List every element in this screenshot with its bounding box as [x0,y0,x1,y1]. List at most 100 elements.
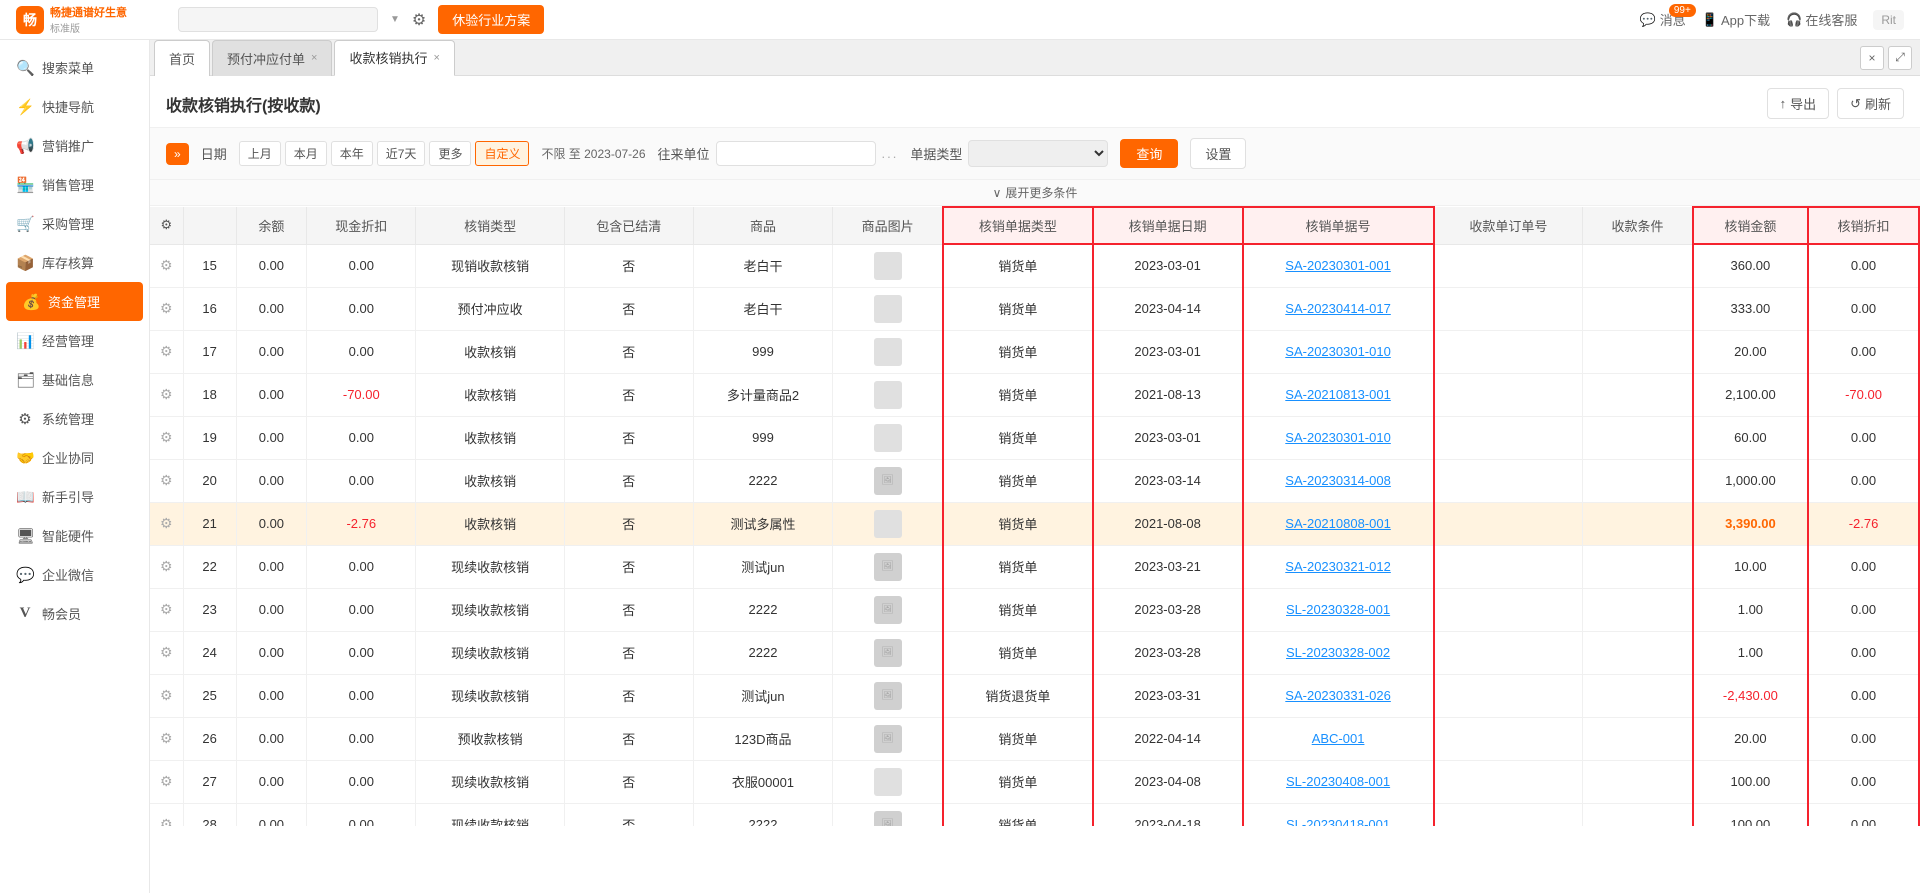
industry-button[interactable]: 休验行业方案 [438,5,544,34]
query-button[interactable]: 查询 [1120,139,1178,168]
cell-gear[interactable]: ⚙ [150,373,183,416]
cell-verify-no[interactable]: SL-20230418-001 [1243,803,1434,826]
cell-receipt-order-no [1434,760,1583,803]
cell-receipt-order-no [1434,674,1583,717]
message-button[interactable]: 💬 消息 99+ [1640,10,1686,29]
cell-cash-discount: 0.00 [307,803,416,826]
cell-goods: 衣服00001 [693,760,833,803]
more-date-button[interactable]: 更多 [429,141,471,166]
sidebar-item-base[interactable]: 🗂 基础信息 [0,360,149,399]
filter-expand-button[interactable]: » [166,143,189,165]
cell-seq: 23 [183,588,236,631]
tab-receipt-close[interactable]: × [433,52,439,64]
cell-gear[interactable]: ⚙ [150,717,183,760]
this-month-button[interactable]: 本月 [285,141,327,166]
cell-gear[interactable]: ⚙ [150,803,183,826]
app-download-button[interactable]: 📱 App下载 [1702,10,1770,29]
cell-verify-no[interactable]: SL-20230408-001 [1243,760,1434,803]
message-badge: 99+ [1669,4,1696,17]
sidebar-item-search[interactable]: 🔍 搜索菜单 [0,48,149,87]
tab-home[interactable]: 首页 [154,40,210,76]
cell-verify-no[interactable]: SA-20210813-001 [1243,373,1434,416]
cell-gear[interactable]: ⚙ [150,330,183,373]
cell-verify-no[interactable]: SA-20230301-010 [1243,330,1434,373]
cell-gear[interactable]: ⚙ [150,416,183,459]
cell-gear[interactable]: ⚙ [150,287,183,330]
tab-prepay-close[interactable]: × [311,52,317,64]
sidebar-item-system[interactable]: ⚙ 系统管理 [0,399,149,438]
sidebar-item-quick[interactable]: ⚡ 快捷导航 [0,87,149,126]
cell-receipt-order-no [1434,244,1583,287]
sidebar-item-sales[interactable]: 🏪 销售管理 [0,165,149,204]
cell-gear[interactable]: ⚙ [150,760,183,803]
cell-verify-date: 2021-08-08 [1093,502,1243,545]
cell-seq: 21 [183,502,236,545]
cell-verify-no[interactable]: SA-20230314-008 [1243,459,1434,502]
refresh-button[interactable]: ↺ 刷新 [1837,88,1904,119]
tab-maximize-button[interactable]: ⤢ [1888,46,1912,70]
cell-verify-no[interactable]: SL-20230328-002 [1243,631,1434,674]
cell-verify-no[interactable]: SA-20230321-012 [1243,545,1434,588]
cell-verify-discount: 0.00 [1808,287,1919,330]
sales-icon: 🏪 [16,176,34,194]
user-area[interactable]: Rit [1873,10,1904,30]
last-7days-button[interactable]: 近7天 [377,141,426,166]
sidebar-item-corp[interactable]: 🤝 企业协同 [0,438,149,477]
cell-balance: 0.00 [236,717,306,760]
top-search-input[interactable] [178,7,378,32]
cell-gear[interactable]: ⚙ [150,459,183,502]
tab-receipt[interactable]: 收款核销执行 × [334,40,454,76]
cell-verify-no[interactable]: SA-20230414-017 [1243,287,1434,330]
search-dropdown-arrow[interactable]: ▼ [390,14,400,25]
tab-close-all-button[interactable]: × [1860,46,1884,70]
last-month-button[interactable]: 上月 [239,141,281,166]
online-service-button[interactable]: 🎧 在线客服 [1786,10,1857,29]
this-year-button[interactable]: 本年 [331,141,373,166]
cell-receipt-order-no [1434,373,1583,416]
cell-gear[interactable]: ⚙ [150,545,183,588]
bill-type-label: 单据类型 [910,144,962,163]
th-settings[interactable]: ⚙ [150,207,183,244]
partner-input[interactable] [716,141,876,166]
cell-verify-no[interactable]: SA-20230331-026 [1243,674,1434,717]
cell-balance: 0.00 [236,330,306,373]
sidebar-item-operation[interactable]: 📊 经营管理 [0,321,149,360]
sidebar-item-wechat[interactable]: 💬 企业微信 [0,555,149,594]
cell-gear[interactable]: ⚙ [150,631,183,674]
export-button[interactable]: ↑ 导出 [1767,88,1830,119]
sidebar-item-hardware[interactable]: 🖥 智能硬件 [0,516,149,555]
partner-dots[interactable]: ... [882,146,899,161]
sidebar-item-purchase[interactable]: 🛒 采购管理 [0,204,149,243]
expand-more-button[interactable]: ∨ 展开更多条件 [993,184,1078,201]
th-cash-discount: 现金折扣 [307,207,416,244]
sidebar-item-inventory[interactable]: 📦 库存核算 [0,243,149,282]
sidebar-item-finance[interactable]: 💰 资金管理 [6,282,143,321]
phone-icon: 📱 [1702,12,1718,28]
bill-type-select[interactable] [968,140,1108,167]
sidebar-item-marketing[interactable]: 📢 营销推广 [0,126,149,165]
cell-verify-amount: -2,430.00 [1693,674,1808,717]
cell-gear[interactable]: ⚙ [150,244,183,287]
cell-verify-discount: 0.00 [1808,717,1919,760]
sidebar-item-member[interactable]: V 畅会员 [0,594,149,633]
cell-verify-no[interactable]: ABC-001 [1243,717,1434,760]
cell-verify-discount: 0.00 [1808,631,1919,674]
custom-date-button[interactable]: 自定义 [475,141,529,166]
cell-gear[interactable]: ⚙ [150,588,183,631]
cell-include-settled: 否 [564,760,693,803]
cell-verify-no[interactable]: SA-20210808-001 [1243,502,1434,545]
cell-gear[interactable]: ⚙ [150,502,183,545]
sidebar-item-guide[interactable]: 📖 新手引导 [0,477,149,516]
cell-goods: 2222 [693,803,833,826]
cell-verify-no[interactable]: SA-20230301-010 [1243,416,1434,459]
cell-gear[interactable]: ⚙ [150,674,183,717]
cell-verify-type: 现续收款核销 [416,760,564,803]
cell-verify-no[interactable]: SA-20230301-001 [1243,244,1434,287]
cell-goods: 测试jun [693,545,833,588]
filter-settings-button[interactable]: 设置 [1190,138,1246,169]
tab-prepay[interactable]: 预付冲应付单 × [212,40,332,76]
table-wrapper[interactable]: ⚙ 余额 现金折扣 核销类型 包含已结清 商品 商品图片 核销单据类型 核销单据… [150,206,1920,826]
cell-verify-no[interactable]: SL-20230328-001 [1243,588,1434,631]
th-goods: 商品 [693,207,833,244]
settings-icon[interactable]: ⚙ [412,10,426,30]
